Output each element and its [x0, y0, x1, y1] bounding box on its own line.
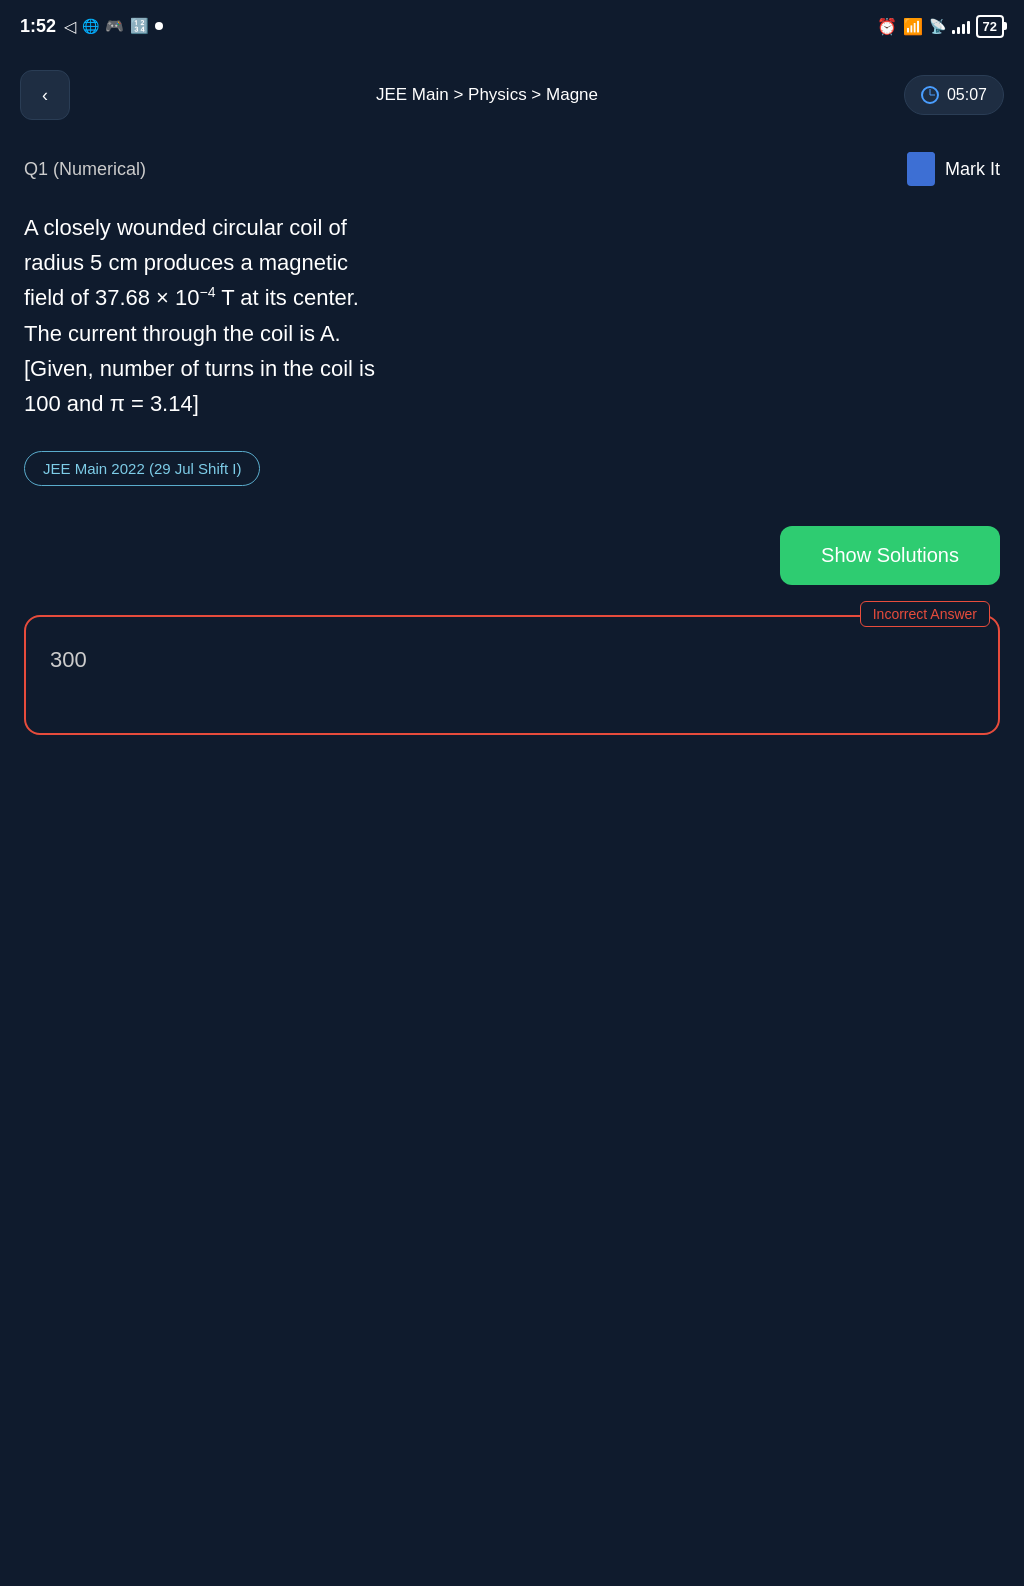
- solutions-container: Show Solutions: [24, 526, 1000, 585]
- status-icons: ◁ 🌐 🎮 🔢: [64, 17, 163, 36]
- question-header: Q1 (Numerical) Mark It: [24, 152, 1000, 186]
- question-tag: JEE Main 2022 (29 Jul Shift I): [24, 451, 260, 486]
- question-line-1: A closely wounded circular coil of: [24, 210, 1000, 245]
- nav-bar: ‹ JEE Main > Physics > Magne 05:07: [0, 58, 1024, 132]
- timer-button[interactable]: 05:07: [904, 75, 1004, 115]
- status-bar: 1:52 ◁ 🌐 🎮 🔢 ⏰ 📶 📡 72: [0, 0, 1024, 48]
- question-line-2: radius 5 cm produces a magnetic: [24, 245, 1000, 280]
- signal-bar-3: [962, 24, 965, 34]
- status-time: 1:52: [20, 16, 56, 37]
- svg-rect-0: [907, 152, 935, 180]
- battery-indicator: 72: [976, 15, 1004, 38]
- signal-bar-2: [957, 27, 960, 34]
- timer-value: 05:07: [947, 86, 987, 104]
- notification-dot: [155, 22, 163, 30]
- wifi-icon: 📶: [903, 17, 923, 36]
- back-button[interactable]: ‹: [20, 70, 70, 120]
- cellular-icon: 📡: [929, 18, 946, 34]
- mark-it-label: Mark It: [945, 159, 1000, 180]
- answer-input-box[interactable]: 300: [24, 615, 1000, 735]
- bookmark-icon: [907, 152, 935, 186]
- svg-marker-1: [907, 176, 935, 186]
- answer-value: 300: [50, 647, 87, 673]
- question-text: A closely wounded circular coil of radiu…: [24, 210, 1000, 421]
- question-line-3: field of 37.68 × 10−4 T at its center.: [24, 280, 1000, 315]
- status-left: 1:52 ◁ 🌐 🎮 🔢: [20, 16, 163, 37]
- main-content: Q1 (Numerical) Mark It A closely wounded…: [0, 132, 1024, 755]
- question-line-6: 100 and π = 3.14]: [24, 386, 1000, 421]
- location-icon: 🌐: [82, 18, 99, 34]
- gamepad-icon: 🎮: [105, 17, 124, 35]
- show-solutions-button[interactable]: Show Solutions: [780, 526, 1000, 585]
- incorrect-answer-badge: Incorrect Answer: [860, 601, 990, 627]
- question-line-5: [Given, number of turns in the coil is: [24, 351, 1000, 386]
- clock-icon: [921, 86, 939, 104]
- question-label: Q1 (Numerical): [24, 159, 146, 180]
- signal-bar-4: [967, 21, 970, 34]
- alarm-icon: ⏰: [877, 17, 897, 36]
- mark-it-button[interactable]: Mark It: [907, 152, 1000, 186]
- back-icon: ‹: [42, 85, 48, 106]
- signal-strength: [952, 18, 970, 34]
- breadcrumb: JEE Main > Physics > Magne: [82, 85, 892, 105]
- status-right: ⏰ 📶 📡 72: [877, 15, 1004, 38]
- app-icon: 🔢: [130, 17, 149, 35]
- navigation-icon: ◁: [64, 17, 76, 36]
- question-line-4: The current through the coil is A.: [24, 316, 1000, 351]
- signal-bar-1: [952, 30, 955, 34]
- answer-container: Incorrect Answer 300: [24, 615, 1000, 735]
